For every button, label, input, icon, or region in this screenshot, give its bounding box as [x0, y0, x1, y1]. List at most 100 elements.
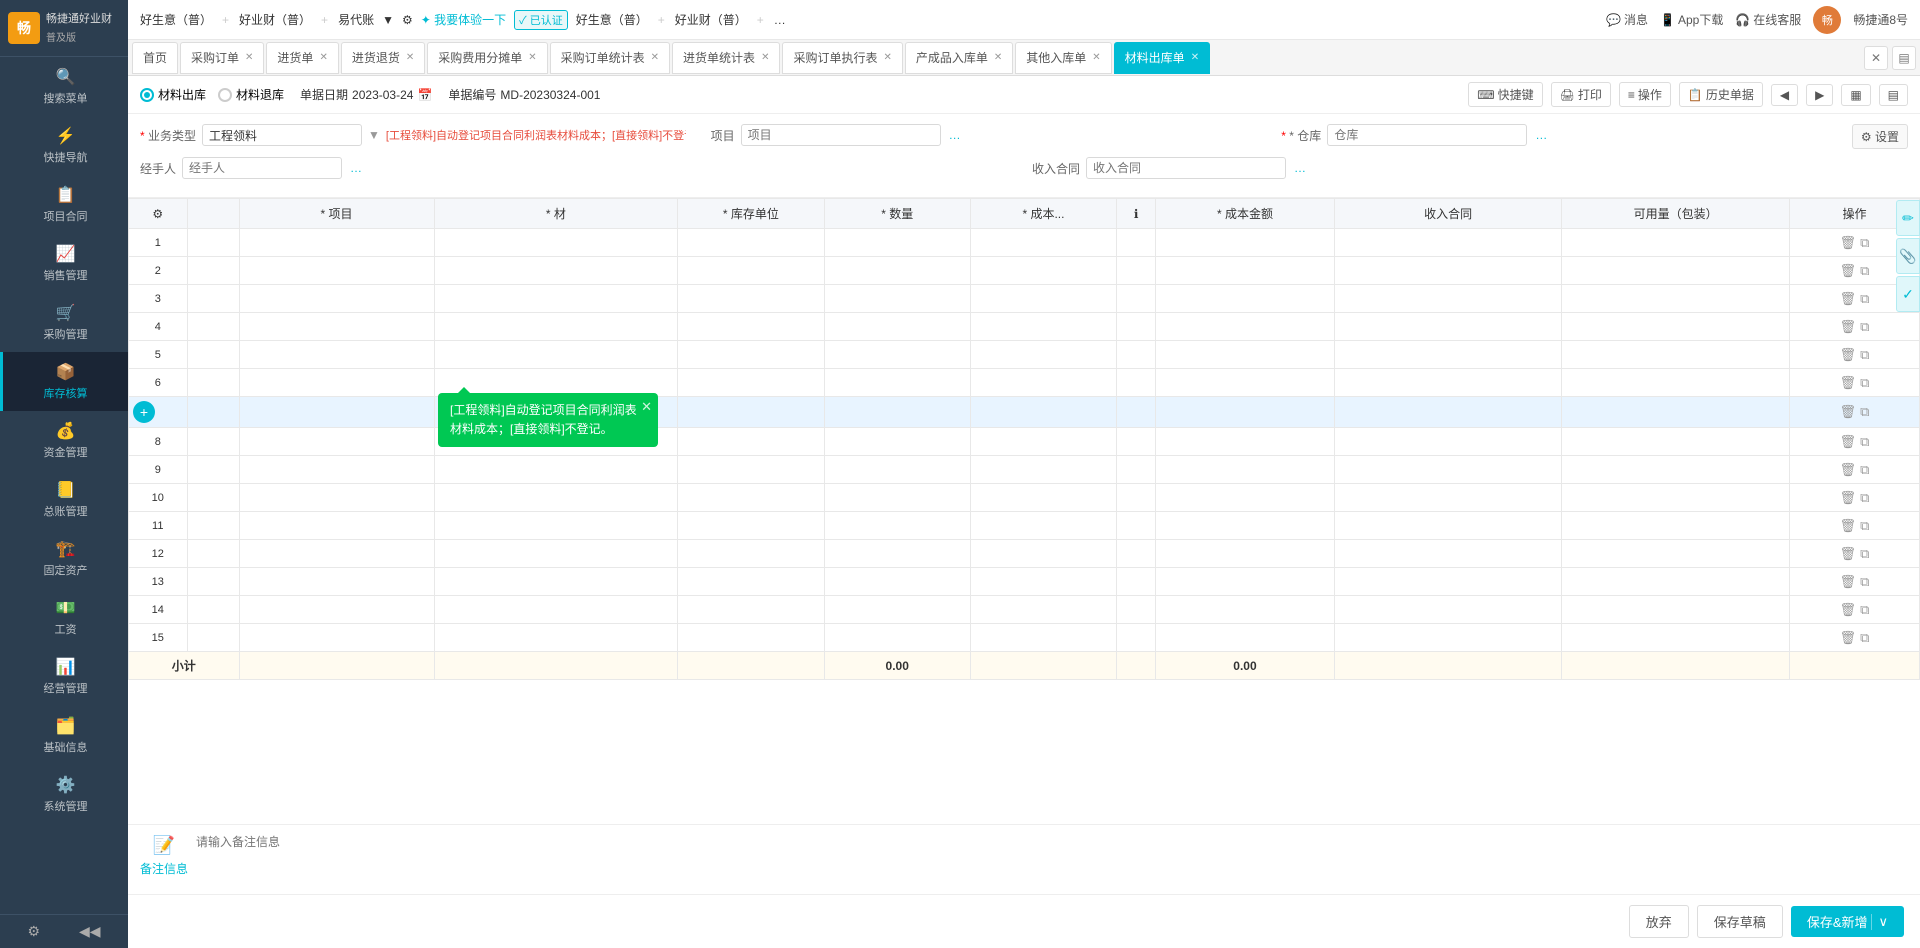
- delete-row-btn[interactable]: 🗑: [1840, 375, 1857, 391]
- settings-btn[interactable]: ⚙ 设置: [1852, 124, 1908, 149]
- sidebar-item-shortcut[interactable]: ⚡ 快捷导航: [0, 116, 128, 175]
- sidebar-item-ops[interactable]: 📊 经营管理: [0, 647, 128, 706]
- calendar-icon[interactable]: 📅: [417, 88, 432, 102]
- delete-row-btn[interactable]: 🗑: [1840, 630, 1857, 646]
- tab-close-icon[interactable]: ✕: [883, 52, 891, 63]
- sidebar-item-sales[interactable]: 📈 销售管理: [0, 234, 128, 293]
- save-new-dropdown-icon[interactable]: ∨: [1871, 914, 1888, 930]
- delete-row-btn[interactable]: 🗑: [1840, 462, 1857, 478]
- sidebar-settings-btn[interactable]: ⚙: [27, 923, 40, 940]
- shortcut-btn[interactable]: ⌨ 快捷键: [1468, 82, 1542, 107]
- print-btn[interactable]: 🖨 打印: [1551, 82, 1611, 107]
- user-avatar[interactable]: 畅: [1813, 6, 1841, 34]
- business-type-input[interactable]: [202, 124, 362, 146]
- handler-input[interactable]: [182, 157, 342, 179]
- business-type-dropdown-icon[interactable]: ▼: [368, 128, 380, 142]
- history-btn[interactable]: 📋 历史单据: [1679, 82, 1763, 107]
- tab-close-all-btn[interactable]: ✕: [1864, 46, 1888, 70]
- delete-row-btn[interactable]: 🗑: [1840, 490, 1857, 506]
- sidebar-item-project[interactable]: 📋 项目合同: [0, 175, 128, 234]
- sidebar-item-basic[interactable]: 🗂️ 基础信息: [0, 706, 128, 765]
- topbar-link-finance2[interactable]: 好业财（普）: [675, 11, 747, 28]
- delete-row-btn[interactable]: 🗑: [1840, 404, 1857, 420]
- copy-row-btn[interactable]: ⧉: [1860, 490, 1869, 506]
- copy-row-btn[interactable]: ⧉: [1860, 347, 1869, 363]
- tab-purchase-exec[interactable]: 采购订单执行表 ✕: [782, 42, 902, 74]
- radio-material-out[interactable]: 材料出库: [140, 86, 206, 103]
- delete-row-btn[interactable]: 🗑: [1840, 291, 1857, 307]
- copy-row-btn[interactable]: ⧉: [1860, 574, 1869, 590]
- income-contract-input[interactable]: [1086, 157, 1286, 179]
- delete-row-btn[interactable]: 🗑: [1840, 602, 1857, 618]
- tab-close-icon[interactable]: ✕: [528, 52, 536, 63]
- tab-goods-receipt[interactable]: 进货单 ✕: [266, 42, 338, 74]
- topbar-more-btn[interactable]: …: [774, 13, 786, 27]
- discard-btn[interactable]: 放弃: [1629, 905, 1689, 938]
- sidebar-item-search[interactable]: 🔍 搜索菜单: [0, 57, 128, 116]
- sidebar-item-finance[interactable]: 💰 资金管理: [0, 411, 128, 470]
- sidebar-item-asset[interactable]: 🏗️ 固定资产: [0, 529, 128, 588]
- cost-amount-cell[interactable]: [1156, 229, 1335, 257]
- income-contract-cell[interactable]: [1334, 229, 1562, 257]
- right-panel-edit-btn[interactable]: ✏: [1896, 200, 1920, 236]
- sidebar-collapse-btn[interactable]: ◀◀: [79, 923, 101, 940]
- delete-row-btn[interactable]: 🗑: [1840, 319, 1857, 335]
- copy-row-btn[interactable]: ⧉: [1860, 319, 1869, 335]
- tab-purchase-order[interactable]: 采购订单 ✕: [180, 42, 264, 74]
- sidebar-item-inventory[interactable]: 📦 库存核算: [0, 352, 128, 411]
- copy-row-btn[interactable]: ⧉: [1860, 434, 1869, 450]
- income-contract-ellipsis-btn[interactable]: …: [1294, 161, 1306, 175]
- delete-row-btn[interactable]: 🗑: [1840, 263, 1857, 279]
- tab-home[interactable]: 首页: [132, 42, 178, 74]
- topbar-dropdown-btn[interactable]: ▼: [382, 13, 394, 27]
- cost-cell[interactable]: [970, 229, 1116, 257]
- tab-other-receipt[interactable]: 其他入库单 ✕: [1015, 42, 1111, 74]
- copy-row-btn[interactable]: ⧉: [1860, 291, 1869, 307]
- copy-row-btn[interactable]: ⧉: [1860, 546, 1869, 562]
- delete-row-btn[interactable]: 🗑: [1840, 518, 1857, 534]
- tab-close-icon[interactable]: ✕: [245, 52, 253, 63]
- tab-menu-btn[interactable]: ▤: [1892, 46, 1916, 70]
- delete-row-btn[interactable]: 🗑: [1840, 574, 1857, 590]
- delete-row-btn[interactable]: 🗑: [1840, 235, 1857, 251]
- warehouse-ellipsis-btn[interactable]: …: [1535, 128, 1547, 142]
- app-download-btn[interactable]: 📱 App下载: [1660, 11, 1723, 28]
- add-row-btn[interactable]: +: [133, 401, 155, 423]
- tab-close-icon[interactable]: ✕: [1191, 52, 1199, 63]
- copy-row-btn[interactable]: ⧉: [1860, 462, 1869, 478]
- tab-close-icon[interactable]: ✕: [319, 52, 327, 63]
- tab-purchase-stats[interactable]: 采购订单统计表 ✕: [550, 42, 670, 74]
- topbar-experience-btn[interactable]: ✦ 我要体验一下: [421, 11, 506, 28]
- quantity-cell[interactable]: [824, 229, 970, 257]
- project-cell[interactable]: [239, 229, 434, 257]
- copy-row-btn[interactable]: ⧉: [1860, 404, 1869, 420]
- view-list-btn[interactable]: ▤: [1879, 84, 1908, 106]
- next-record-btn[interactable]: ▶: [1806, 84, 1833, 106]
- th-cost-info[interactable]: ℹ: [1117, 199, 1156, 229]
- message-btn[interactable]: 💬 消息: [1606, 11, 1648, 28]
- topbar-link-good2[interactable]: 好生意（普）: [576, 11, 648, 28]
- topbar-link-agent[interactable]: 易代账: [338, 11, 374, 28]
- service-btn[interactable]: 🎧 在线客服: [1735, 11, 1801, 28]
- tab-close-icon[interactable]: ✕: [761, 52, 769, 63]
- copy-row-btn[interactable]: ⧉: [1860, 235, 1869, 251]
- delete-row-btn[interactable]: 🗑: [1840, 434, 1857, 450]
- delete-row-btn[interactable]: 🗑: [1840, 347, 1857, 363]
- tab-product-receipt[interactable]: 产成品入库单 ✕: [905, 42, 1013, 74]
- tab-close-icon[interactable]: ✕: [994, 52, 1002, 63]
- notes-input[interactable]: [196, 833, 1908, 883]
- project-ellipsis-btn[interactable]: …: [949, 128, 961, 142]
- right-panel-check-btn[interactable]: ✓: [1896, 276, 1920, 312]
- copy-row-btn[interactable]: ⧉: [1860, 602, 1869, 618]
- copy-row-btn[interactable]: ⧉: [1860, 375, 1869, 391]
- tab-purchase-fee[interactable]: 采购费用分摊单 ✕: [427, 42, 547, 74]
- save-new-btn[interactable]: 保存&新增 ∨: [1791, 906, 1904, 937]
- sidebar-item-ledger[interactable]: 📒 总账管理: [0, 470, 128, 529]
- warehouse-unit-cell[interactable]: [678, 229, 824, 257]
- sidebar-item-purchase[interactable]: 🛒 采购管理: [0, 293, 128, 352]
- tab-material-out[interactable]: 材料出库单 ✕: [1114, 42, 1210, 74]
- tab-close-icon[interactable]: ✕: [651, 52, 659, 63]
- copy-row-btn[interactable]: ⧉: [1860, 263, 1869, 279]
- topbar-settings-icon[interactable]: ⚙: [402, 13, 413, 27]
- material-cell[interactable]: [434, 229, 678, 257]
